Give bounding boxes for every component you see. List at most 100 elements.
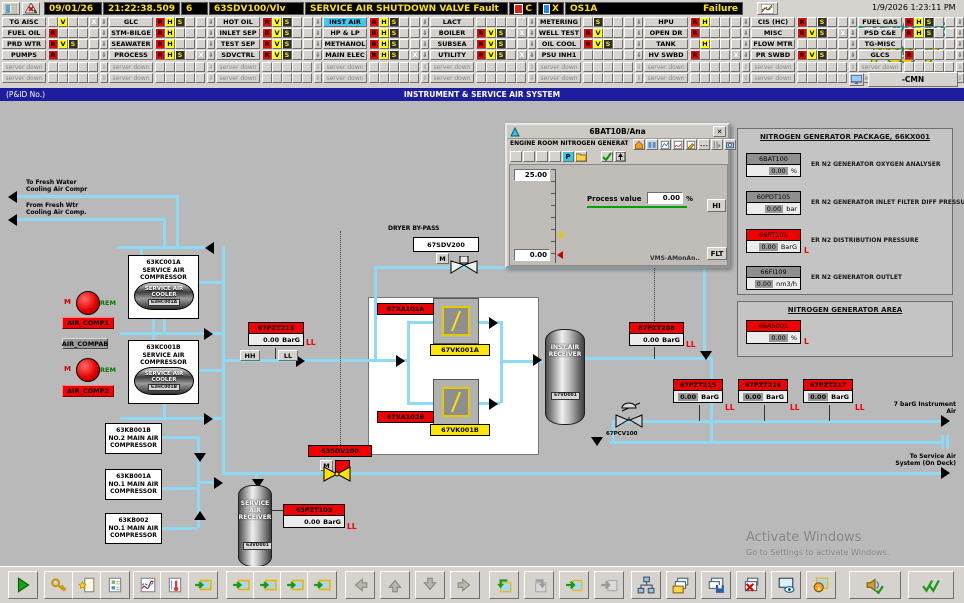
nav-right-button[interactable] <box>450 571 480 599</box>
alarm-jump-icon[interactable]: ⇩ <box>100 39 108 49</box>
transmitter-67pzt216[interactable]: 67PZT216 0.00 BarG <box>738 379 788 403</box>
nav-area-boiler[interactable]: BOILER <box>430 28 474 38</box>
alarm-message[interactable]: SERVICE AIR SHUTDOWN VALVE Fault <box>305 2 508 15</box>
air-comp2-button[interactable]: AIR_COMP2 <box>62 385 114 397</box>
close-icon[interactable]: ✕ <box>713 126 726 137</box>
picture-jump-4-button[interactable] <box>280 571 310 599</box>
picture-forward-button[interactable] <box>559 571 589 599</box>
alarm-jump-icon[interactable]: ⇩ <box>100 17 108 27</box>
alarm-tag[interactable]: 63SDV100/Vlv <box>209 2 304 15</box>
server-monitor-icon[interactable] <box>849 73 864 86</box>
faceplate-more-icon[interactable] <box>698 139 710 150</box>
transmitter-67pzt213[interactable]: 67PZT213 0.00 BarG <box>248 322 304 346</box>
nav-area-sdvctrl[interactable]: SDVCTRL <box>216 50 260 60</box>
faceplate-split-icon[interactable] <box>711 139 723 150</box>
transmitter-67pzt215[interactable]: 67PZT215 0.00 BarG <box>673 379 723 403</box>
nav-area-inst-air[interactable]: INST AIR <box>323 17 367 27</box>
panel-tag[interactable]: 66AS001 <box>746 320 801 332</box>
alarm-jump-icon[interactable]: ⇩ <box>635 28 643 38</box>
nav-area-tank[interactable]: TANK <box>644 39 688 49</box>
compressor-kb001b[interactable]: 63KB001B NO.2 MAIN AIR COMPRESSOR <box>105 423 162 454</box>
alarm-jump-icon[interactable]: ⇩ <box>207 39 215 49</box>
compressor-kb001a[interactable]: 63KB001A NO.1 MAIN AIR COMPRESSOR <box>105 469 162 500</box>
nav-area-psd-c-e[interactable]: PSD C&E <box>858 28 902 38</box>
nav-up-button[interactable] <box>380 571 410 599</box>
transmitter-63pzt103[interactable]: 63PZT103 0.00 BarG <box>283 504 345 528</box>
alarm-jump-icon[interactable]: ⇩ <box>742 50 750 60</box>
acknowledge-all-button[interactable] <box>908 571 954 599</box>
dryer-tag[interactable]: 67VK001A <box>430 344 490 356</box>
air-comp1-button[interactable]: AIR_COMP1 <box>62 317 114 329</box>
window-close-button[interactable] <box>736 571 766 599</box>
service-air-receiver[interactable]: SERVICE AIR RECEIVER 63VD001 <box>238 485 272 566</box>
panel-tag[interactable]: 6BAT100 <box>746 153 801 165</box>
nav-area-hpu[interactable]: HPU <box>644 17 688 27</box>
panel-tag[interactable]: 60PDT105 <box>746 191 801 203</box>
tag-dialog-button[interactable] <box>72 571 102 599</box>
transmitter-67pzt217[interactable]: 67PZT217 0.00 BarG <box>803 379 853 403</box>
alarm-class-c[interactable]: C <box>509 2 537 15</box>
nav-area-hot-oil[interactable]: HOT OIL <box>216 17 260 27</box>
nav-area-pumps[interactable]: PUMPS <box>2 50 46 60</box>
alarm-jump-icon[interactable]: ⇩ <box>849 50 857 60</box>
picture-jump-3-button[interactable] <box>253 571 283 599</box>
alarm-jump-icon[interactable]: ⇩ <box>635 17 643 27</box>
picture-jump-5-button[interactable] <box>307 571 337 599</box>
ll-limit-button[interactable]: LL <box>278 350 298 361</box>
nav-area-seawater[interactable]: SEAWATER <box>109 39 153 49</box>
nav-area-test-sep[interactable]: TEST SEP <box>216 39 260 49</box>
alarm-jump-icon[interactable]: ⇩ <box>956 17 964 27</box>
key-operation-button[interactable] <box>44 571 74 599</box>
alarm-jump-icon[interactable]: ⇩ <box>635 39 643 49</box>
nav-area-flow-mtr[interactable]: FLOW MTR <box>751 39 795 49</box>
faceplate-home-icon[interactable] <box>633 139 645 150</box>
alarm-jump-icon[interactable]: ⇩ <box>421 50 429 60</box>
nav-area-subsea[interactable]: SUBSEA <box>430 39 474 49</box>
alarm-jump-icon[interactable]: ⇩ <box>528 39 536 49</box>
check-icon[interactable] <box>601 151 613 162</box>
alarm-jump-icon[interactable]: ⇩ <box>849 28 857 38</box>
nav-area-stm-bilge[interactable]: STM-BILGE <box>109 28 153 38</box>
alarm-jump-icon[interactable]: ⇩ <box>742 28 750 38</box>
nav-area-hp-lp[interactable]: HP & LP <box>323 28 367 38</box>
alarm-jump-icon[interactable]: ⇩ <box>207 17 215 27</box>
alarm-ack-icon[interactable] <box>22 2 40 15</box>
sdv200-valve-icon[interactable] <box>450 256 478 274</box>
sdv200-m-box[interactable]: M <box>436 253 449 264</box>
hi-limit-button[interactable]: HI <box>707 199 726 212</box>
nav-left-button[interactable] <box>345 571 375 599</box>
nav-area-metering[interactable]: METERING <box>537 17 581 27</box>
alarm-class-x[interactable]: X <box>538 2 564 15</box>
alarm-jump-icon[interactable]: ⇩ <box>207 28 215 38</box>
alarm-jump-icon[interactable]: ⇩ <box>528 28 536 38</box>
up-arrow-icon[interactable] <box>614 151 626 162</box>
picture-jump-2-button[interactable] <box>226 571 256 599</box>
nav-area-open-dr[interactable]: OPEN DR <box>644 28 688 38</box>
nav-area-prd-wtr[interactable]: PRD WTR <box>2 39 46 49</box>
faceplate-p-button[interactable]: P <box>562 151 574 162</box>
alarm-jump-icon[interactable]: ⇩ <box>421 17 429 27</box>
alarm-horn-ack-button[interactable] <box>849 571 901 599</box>
motor-circle-comp2[interactable] <box>76 358 100 382</box>
nav-area-fuel-oil[interactable]: FUEL OIL <box>2 28 46 38</box>
air-dryer-dryer_a[interactable] <box>433 298 479 344</box>
alarm-jump-icon[interactable]: ⇩ <box>314 39 322 49</box>
faceplate-operators-icon[interactable] <box>646 139 658 150</box>
nav-area-tg-misc[interactable]: TG-MISC <box>858 39 902 49</box>
picture-redo-button[interactable] <box>524 571 554 599</box>
instrument-air-receiver[interactable]: INST.AIR RECEIVER 67VD001 <box>545 329 585 425</box>
alarm-jump-icon[interactable]: ⇩ <box>956 50 964 60</box>
panel-tag[interactable]: 66FI109 <box>746 266 801 278</box>
nav-area-utility[interactable]: UTILITY <box>430 50 474 60</box>
alarm-jump-icon[interactable]: ⇩ <box>635 50 643 60</box>
nav-area-glc[interactable]: GLC <box>109 17 153 27</box>
nav-area-psu-inh1[interactable]: PSU INH1 <box>537 50 581 60</box>
sdv100-tag[interactable]: 63SDV100 <box>308 445 372 457</box>
alarm-jump-icon[interactable]: ⇩ <box>100 28 108 38</box>
nav-area-cis-hc-[interactable]: CIS (HC) <box>751 17 795 27</box>
nav-area-inlet-sep[interactable]: INLET SEP <box>216 28 260 38</box>
cmn-button[interactable]: -CMN <box>868 72 958 87</box>
sdv100-valve-icon[interactable] <box>323 465 351 483</box>
alarm-jump-icon[interactable]: ⇩ <box>956 39 964 49</box>
alarm-jump-icon[interactable]: ⇩ <box>314 28 322 38</box>
